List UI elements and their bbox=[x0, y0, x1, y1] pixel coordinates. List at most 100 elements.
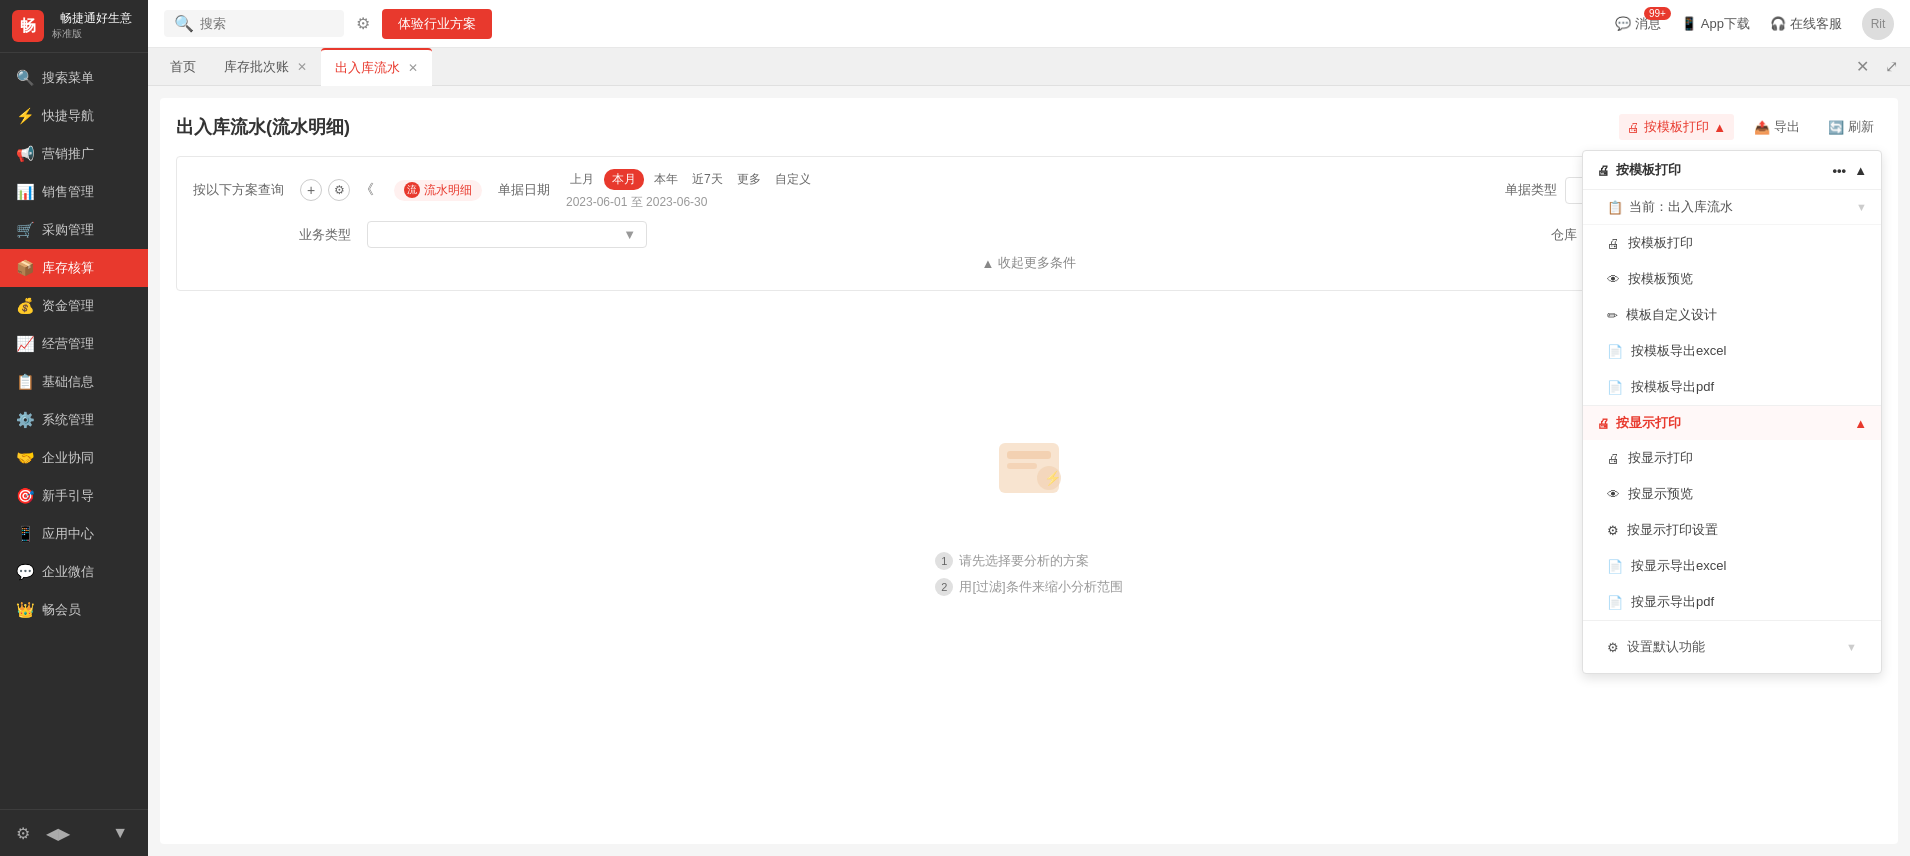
sidebar-item-marketing[interactable]: 📢 营销推广 bbox=[0, 135, 148, 173]
date-tabs: 上月 本月 本年 近7天 更多 自定义 bbox=[566, 169, 815, 190]
sidebar-item-label: 营销推广 bbox=[42, 145, 94, 163]
app-download-button[interactable]: 📱 App下载 bbox=[1681, 15, 1750, 33]
industry-solution-button[interactable]: 体验行业方案 bbox=[382, 9, 492, 39]
dropdown-section-chevron: ▲ bbox=[1854, 416, 1867, 431]
dropdown-footer-default[interactable]: ⚙ 设置默认功能 ▼ bbox=[1597, 631, 1867, 663]
print-template-chevron: ▲ bbox=[1713, 120, 1726, 135]
sidebar-item-member[interactable]: 👑 畅会员 bbox=[0, 591, 148, 629]
purchase-icon: 🛒 bbox=[16, 221, 34, 239]
page-content: 出入库流水(流水明细) 🖨 按模板打印 ▲ 📤 导出 🔄 刷新 bbox=[148, 86, 1910, 856]
topbar-search-input[interactable] bbox=[200, 16, 320, 31]
notification-icon: 💬 bbox=[1615, 16, 1631, 31]
sidebar-collapse-icon[interactable]: ◀▶ bbox=[46, 824, 70, 843]
export-icon: 📤 bbox=[1754, 120, 1770, 135]
export-button[interactable]: 📤 导出 bbox=[1746, 114, 1808, 140]
business-type-select[interactable]: ▼ bbox=[367, 221, 647, 248]
sidebar-item-search[interactable]: 🔍 搜索菜单 bbox=[0, 59, 148, 97]
sidebar-item-purchase[interactable]: 🛒 采购管理 bbox=[0, 211, 148, 249]
sidebar-item-quicknav[interactable]: ⚡ 快捷导航 bbox=[0, 97, 148, 135]
date-tab-more[interactable]: 更多 bbox=[733, 169, 765, 190]
date-filter: 上月 本月 本年 近7天 更多 自定义 2023-06-01 至 2023-06… bbox=[566, 169, 815, 211]
dropdown-item-template-custom[interactable]: ✏ 模板自定义设计 bbox=[1583, 297, 1881, 333]
filter-collapse-icon[interactable]: 《 bbox=[356, 179, 378, 201]
sidebar-scroll-down[interactable]: ▼ bbox=[108, 820, 132, 846]
sidebar-item-wechat[interactable]: 💬 企业微信 bbox=[0, 553, 148, 591]
notification-button[interactable]: 💬 消息 99+ bbox=[1615, 15, 1661, 33]
dropdown-item-pdf-icon: 📄 bbox=[1607, 380, 1623, 395]
sidebar-item-label: 经营管理 bbox=[42, 335, 94, 353]
dropdown-item-display-export-excel[interactable]: 📄 按显示导出excel bbox=[1583, 548, 1881, 584]
dropdown-title: 按模板打印 bbox=[1616, 161, 1681, 179]
dropdown-item-display-print-icon: 🖨 bbox=[1607, 451, 1620, 466]
dropdown-item-custom-icon: ✏ bbox=[1607, 308, 1618, 323]
tab-home[interactable]: 首页 bbox=[156, 48, 210, 86]
sidebar-item-guide[interactable]: 🎯 新手引导 bbox=[0, 477, 148, 515]
dropdown-item-display-settings[interactable]: ⚙ 按显示打印设置 bbox=[1583, 512, 1881, 548]
sidebar-item-operations[interactable]: 📈 经营管理 bbox=[0, 325, 148, 363]
topbar-gear-icon[interactable]: ⚙ bbox=[356, 14, 370, 33]
date-tab-this-year[interactable]: 本年 bbox=[650, 169, 682, 190]
dropdown-item-template-export-excel-label: 按模板导出excel bbox=[1631, 342, 1726, 360]
dropdown-header: 🖨 按模板打印 ••• ▲ bbox=[1583, 151, 1881, 190]
sidebar-item-inventory[interactable]: 📦 库存核算 bbox=[0, 249, 148, 287]
dropdown-item-display-settings-icon: ⚙ bbox=[1607, 523, 1619, 538]
print-dropdown-panel: 🖨 按模板打印 ••• ▲ 📋 当前：出入库流水 ▼ bbox=[1582, 150, 1882, 674]
dropdown-section-display-label: 按显示打印 bbox=[1616, 414, 1681, 432]
window-maximize-icon[interactable]: ⤢ bbox=[1881, 55, 1902, 78]
sidebar-item-collab[interactable]: 🤝 企业协同 bbox=[0, 439, 148, 477]
dropdown-item-display-print-label: 按显示打印 bbox=[1628, 449, 1693, 467]
warehouse-label: 仓库 bbox=[1551, 226, 1577, 244]
sidebar-logo: 畅 畅捷通好生意 标准版 bbox=[0, 0, 148, 53]
dropdown-item-display-pdf-icon: 📄 bbox=[1607, 595, 1623, 610]
dropdown-section-display[interactable]: 🖨 按显示打印 ▲ bbox=[1583, 406, 1881, 440]
window-close-icon[interactable]: ✕ bbox=[1852, 55, 1873, 78]
sidebar-item-appcenter[interactable]: 📱 应用中心 bbox=[0, 515, 148, 553]
svg-rect-1 bbox=[1007, 451, 1051, 459]
dropdown-item-template-print[interactable]: 🖨 按模板打印 bbox=[1583, 225, 1881, 261]
print-template-button[interactable]: 🖨 按模板打印 ▲ bbox=[1619, 114, 1734, 140]
dropdown-item-template-export-excel[interactable]: 📄 按模板导出excel bbox=[1583, 333, 1881, 369]
member-icon: 👑 bbox=[16, 601, 34, 619]
export-label: 导出 bbox=[1774, 118, 1800, 136]
date-tab-this-month[interactable]: 本月 bbox=[604, 169, 644, 190]
date-tab-7days[interactable]: 近7天 bbox=[688, 169, 727, 190]
print-template-icon: 🖨 bbox=[1627, 120, 1640, 135]
dropdown-item-display-preview[interactable]: 👁 按显示预览 bbox=[1583, 476, 1881, 512]
dropdown-item-display-export-pdf[interactable]: 📄 按显示导出pdf bbox=[1583, 584, 1881, 620]
dropdown-current-arrow: ▼ bbox=[1856, 201, 1867, 213]
date-tab-last-month[interactable]: 上月 bbox=[566, 169, 598, 190]
appcenter-icon: 📱 bbox=[16, 525, 34, 543]
sidebar-item-finance[interactable]: 💰 资金管理 bbox=[0, 287, 148, 325]
tip-num-1: 1 bbox=[935, 552, 953, 570]
tab-batch-close[interactable]: ✕ bbox=[297, 60, 307, 74]
topbar-search-box[interactable]: 🔍 bbox=[164, 10, 344, 37]
sidebar-item-basic[interactable]: 📋 基础信息 bbox=[0, 363, 148, 401]
refresh-button[interactable]: 🔄 刷新 bbox=[1820, 114, 1882, 140]
page-header: 出入库流水(流水明细) 🖨 按模板打印 ▲ 📤 导出 🔄 刷新 bbox=[176, 114, 1882, 140]
sidebar-item-sales[interactable]: 📊 销售管理 bbox=[0, 173, 148, 211]
sidebar-item-system[interactable]: ⚙️ 系统管理 bbox=[0, 401, 148, 439]
page-inner: 出入库流水(流水明细) 🖨 按模板打印 ▲ 📤 导出 🔄 刷新 bbox=[160, 98, 1898, 844]
dropdown-item-display-export-excel-label: 按显示导出excel bbox=[1631, 557, 1726, 575]
dropdown-item-template-export-pdf-label: 按模板导出pdf bbox=[1631, 378, 1714, 396]
svg-rect-2 bbox=[1007, 463, 1037, 469]
filter-add-button[interactable]: + bbox=[300, 179, 322, 201]
filter-tools: + ⚙ 《 bbox=[300, 179, 378, 201]
user-avatar[interactable]: Rit bbox=[1862, 8, 1894, 40]
dropdown-item-display-print[interactable]: 🖨 按显示打印 bbox=[1583, 440, 1881, 476]
tab-flow-close[interactable]: ✕ bbox=[408, 61, 418, 75]
dropdown-item-template-preview[interactable]: 👁 按模板预览 bbox=[1583, 261, 1881, 297]
filter-settings-icon[interactable]: ⚙ bbox=[328, 179, 350, 201]
svg-text:⚡: ⚡ bbox=[1044, 470, 1062, 487]
tab-flow[interactable]: 出入库流水 ✕ bbox=[321, 48, 432, 86]
tab-batch[interactable]: 库存批次账 ✕ bbox=[210, 48, 321, 86]
filter-tag: 流 流水明细 bbox=[394, 180, 482, 201]
dropdown-item-template-export-pdf[interactable]: 📄 按模板导出pdf bbox=[1583, 369, 1881, 405]
tip-num-2: 2 bbox=[935, 578, 953, 596]
sidebar-settings-icon[interactable]: ⚙ bbox=[16, 824, 30, 843]
sidebar-item-label: 畅会员 bbox=[42, 601, 81, 619]
service-label: 在线客服 bbox=[1790, 15, 1842, 33]
online-service-button[interactable]: 🎧 在线客服 bbox=[1770, 15, 1842, 33]
date-tab-custom[interactable]: 自定义 bbox=[771, 169, 815, 190]
sidebar: 畅 畅捷通好生意 标准版 🔍 搜索菜单 ⚡ 快捷导航 📢 营销推广 📊 销售管理… bbox=[0, 0, 148, 856]
